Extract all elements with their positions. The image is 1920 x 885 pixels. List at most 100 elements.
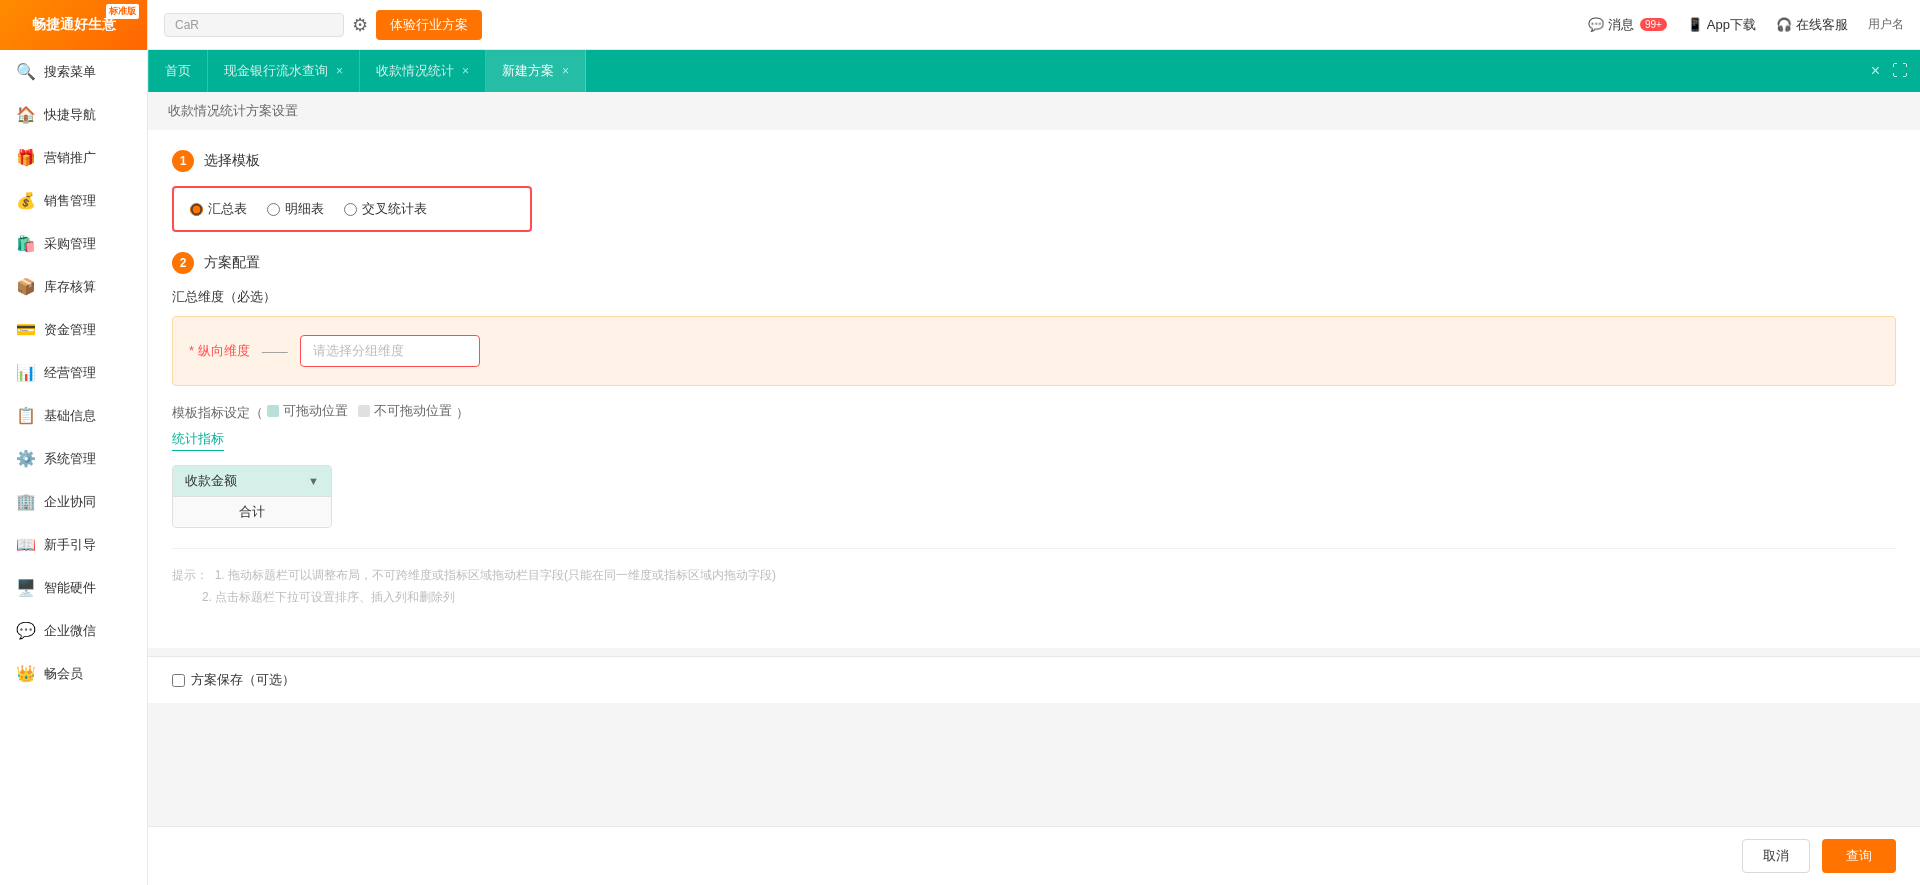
sidebar-item-hardware[interactable]: 🖥️ 智能硬件 [0,566,147,609]
tab-close-bank-flow[interactable]: × [336,64,343,78]
save-checkbox[interactable] [172,674,185,687]
topbar: ⚙ 体验行业方案 💬 消息 99+ 📱 App下载 🎧 在线客服 用户名 [148,0,1920,50]
radio-detail-input[interactable] [267,203,280,216]
industry-btn[interactable]: 体验行业方案 [376,10,482,40]
system-label: 系统管理 [44,450,96,468]
footer-bar: 取消 查询 [148,826,1920,885]
radio-group: 汇总表 明细表 交叉统计表 [190,200,427,218]
radio-cross-label: 交叉统计表 [362,200,427,218]
operation-icon: 📊 [16,363,36,382]
page-title-bar: 收款情况统计方案设置 [148,92,1920,130]
tabs-right-controls: × ⛶ [1859,50,1920,92]
online-support-btn[interactable]: 🎧 在线客服 [1776,16,1848,34]
save-checkbox-label[interactable]: 方案保存（可选） [172,671,295,689]
metrics-section: 模板指标设定（ 可拖动位置 不可拖动位置 ） 统计指标 [172,402,1896,528]
tab-label-new-scheme: 新建方案 [502,62,554,80]
messages-btn[interactable]: 💬 消息 99+ [1588,16,1667,34]
sidebar-item-wechat[interactable]: 💬 企业微信 [0,609,147,652]
member-icon: 👑 [16,664,36,683]
step2-label: 方案配置 [204,254,260,272]
tab-label-collection-stats: 收款情况统计 [376,62,454,80]
page-title: 收款情况统计方案设置 [168,103,298,118]
metrics-total-row: 合计 [173,496,331,527]
hardware-label: 智能硬件 [44,579,96,597]
sidebar-item-system[interactable]: ⚙️ 系统管理 [0,437,147,480]
step1-section: 1 选择模板 汇总表 明细表 [172,150,1896,232]
marketing-label: 营销推广 [44,149,96,167]
sidebar-item-search-menu[interactable]: 🔍搜索菜单 [0,50,147,93]
radio-cross[interactable]: 交叉统计表 [344,200,427,218]
inventory-icon: 📦 [16,277,36,296]
finance-label: 资金管理 [44,321,96,339]
finance-icon: 💳 [16,320,36,339]
metrics-table: 收款金额 ▼ 合计 [172,465,332,528]
content-area: 收款情况统计方案设置 1 选择模板 汇总表 [148,92,1920,826]
operation-label: 经营管理 [44,364,96,382]
tab-close-new-scheme[interactable]: × [562,64,569,78]
sidebar-item-purchase[interactable]: 🛍️ 采购管理 [0,222,147,265]
online-support-label: 在线客服 [1796,16,1848,34]
sidebar-item-marketing[interactable]: 🎁营销推广 [0,136,147,179]
metrics-header[interactable]: 收款金额 ▼ [173,466,331,496]
wechat-icon: 💬 [16,621,36,640]
dimension-title: 汇总维度（必选） [172,288,1896,306]
logo-badge: 标准版 [106,4,139,19]
radio-detail[interactable]: 明细表 [267,200,324,218]
sidebar-item-guide[interactable]: 📖新手引导 [0,523,147,566]
step1-header: 1 选择模板 [172,150,1896,172]
messages-badge: 99+ [1640,18,1667,31]
radio-summary-input[interactable] [190,203,203,216]
step1-label: 选择模板 [204,152,260,170]
cancel-button[interactable]: 取消 [1742,839,1810,873]
tab-collection-stats[interactable]: 收款情况统计 × [360,50,486,92]
tip2: 2. 点击标题栏下拉可设置排序、插入列和删除列 [172,587,1896,609]
tab-close-collection-stats[interactable]: × [462,64,469,78]
metrics-column-name: 收款金额 [185,472,237,490]
sidebar-item-sales[interactable]: 💰销售管理 [0,179,147,222]
metrics-config-label: 模板指标设定（ 可拖动位置 不可拖动位置 ） [172,402,1896,422]
tab-new-scheme[interactable]: 新建方案 × [486,50,586,92]
sidebar-item-member[interactable]: 👑 畅会员 [0,652,147,695]
main-area: ⚙ 体验行业方案 💬 消息 99+ 📱 App下载 🎧 在线客服 用户名 首页现… [148,0,1920,885]
query-button[interactable]: 查询 [1822,839,1896,873]
dimension-area: * 纵向维度 —— 请选择分组维度 [172,316,1896,386]
sidebar-logo: 畅捷通好生意 标准版 [0,0,147,50]
sidebar-item-inventory[interactable]: 📦 库存核算 [0,265,147,308]
sidebar-item-quick-nav[interactable]: 🏠快捷导航 [0,93,147,136]
system-icon: ⚙️ [16,449,36,468]
window-close-icon[interactable]: × [1871,62,1880,80]
tab-home[interactable]: 首页 [148,50,208,92]
chevron-down-icon: ▼ [308,475,319,487]
gear-icon[interactable]: ⚙ [352,14,368,36]
sidebar-item-operation[interactable]: 📊 经营管理 [0,351,147,394]
step1-number: 1 [172,150,194,172]
member-label: 畅会员 [44,665,83,683]
hardware-icon: 🖥️ [16,578,36,597]
sidebar-item-finance[interactable]: 💳 资金管理 [0,308,147,351]
sidebar-item-basic-info[interactable]: 📋基础信息 [0,394,147,437]
radio-summary[interactable]: 汇总表 [190,200,247,218]
radio-cross-input[interactable] [344,203,357,216]
purchase-label: 采购管理 [44,235,96,253]
sales-label: 销售管理 [44,192,96,210]
app-download-btn[interactable]: 📱 App下载 [1687,16,1756,34]
window-maximize-icon[interactable]: ⛶ [1892,62,1908,80]
save-label: 方案保存（可选） [191,671,295,689]
wechat-label: 企业微信 [44,622,96,640]
template-selection-box: 汇总表 明细表 交叉统计表 [172,186,532,232]
tab-bank-flow[interactable]: 现金银行流水查询× [208,50,360,92]
dimension-select[interactable]: 请选择分组维度 [300,335,480,367]
legend-draggable: 可拖动位置 [267,402,348,420]
purchase-icon: 🛍️ [16,234,36,253]
app-icon: 📱 [1687,17,1703,32]
enterprise-icon: 🏢 [16,492,36,511]
step2-header: 2 方案配置 [172,252,1896,274]
search-input[interactable] [164,13,344,37]
legend-fixed: 不可拖动位置 [358,402,452,420]
message-icon: 💬 [1588,17,1604,32]
legend-fixed-dot [358,405,370,417]
inventory-label: 库存核算 [44,278,96,296]
sidebar-item-enterprise[interactable]: 🏢企业协同 [0,480,147,523]
metrics-label-container: 统计指标 [172,430,1896,459]
topbar-left: ⚙ 体验行业方案 [164,10,1572,40]
